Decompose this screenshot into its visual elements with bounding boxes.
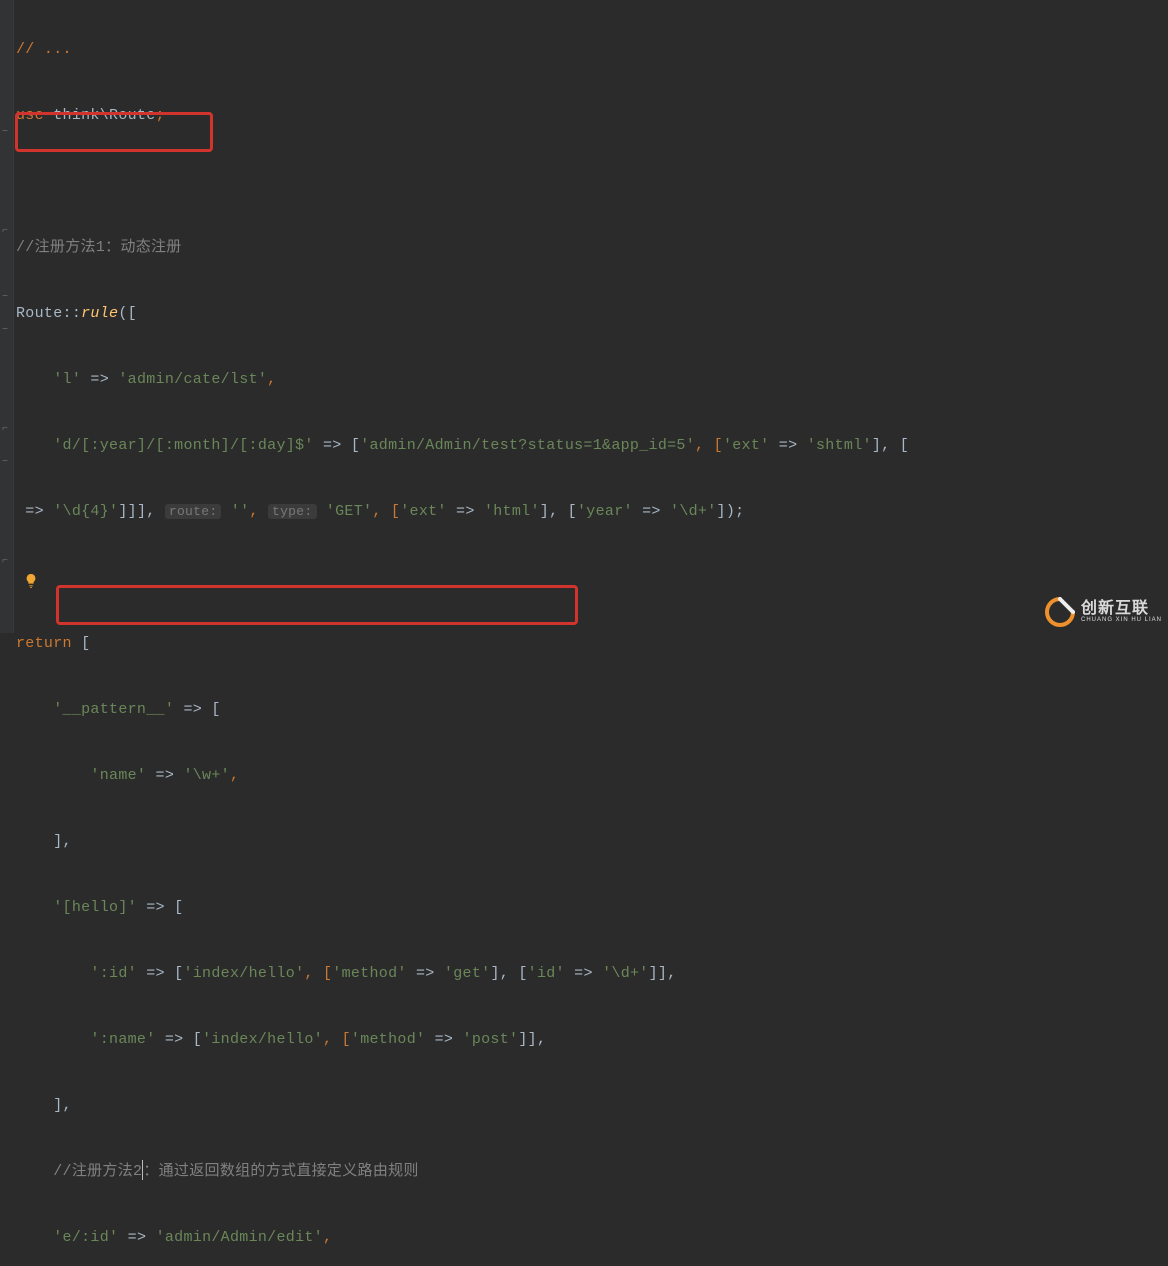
parameter-hint: route: (165, 504, 222, 519)
code-line: // ... (16, 33, 1168, 66)
fold-icon[interactable]: ⌐ (2, 425, 12, 435)
code-line: 'e/:id' => 'admin/Admin/edit', (16, 1221, 1168, 1254)
code-line: => '\d{4}']]], route: '', type: 'GET', [… (16, 495, 1168, 528)
watermark-icon (1045, 597, 1075, 627)
fold-icon[interactable]: − (2, 326, 12, 336)
fold-icon[interactable]: ⌐ (2, 227, 12, 237)
code-line: //注册方法1：动态注册 (16, 231, 1168, 264)
code-line: use think\Route; (16, 99, 1168, 132)
code-line: ':name' => ['index/hello', ['method' => … (16, 1023, 1168, 1056)
watermark-text-cn: 创新互联 (1081, 601, 1162, 617)
code-line: Route::rule([ (16, 297, 1168, 330)
fold-icon[interactable]: − (2, 293, 12, 303)
editor-gutter (0, 0, 14, 633)
fold-icon[interactable]: ⌐ (2, 557, 12, 567)
watermark-logo: 创新互联 CHUANG XIN HU LIAN (1045, 597, 1162, 627)
code-line: 'l' => 'admin/cate/lst', (16, 363, 1168, 396)
code-line: '__pattern__' => [ (16, 693, 1168, 726)
code-line: 'd/[:year]/[:month]/[:day]$' => ['admin/… (16, 429, 1168, 462)
code-line (16, 561, 1168, 594)
fold-icon[interactable]: − (2, 458, 12, 468)
code-editor[interactable]: // ... use think\Route; //注册方法1：动态注册 Rou… (16, 0, 1168, 1266)
code-line: ], (16, 825, 1168, 858)
text-cursor (142, 1160, 143, 1180)
code-line (16, 165, 1168, 198)
parameter-hint: type: (268, 504, 317, 519)
code-line: '[hello]' => [ (16, 891, 1168, 924)
code-line: 'name' => '\w+', (16, 759, 1168, 792)
code-line: ], (16, 1089, 1168, 1122)
fold-icon[interactable]: − (2, 128, 12, 138)
intention-bulb-icon[interactable] (24, 569, 38, 583)
code-line: return [ (16, 627, 1168, 660)
watermark-text-en: CHUANG XIN HU LIAN (1081, 617, 1162, 623)
code-line: //注册方法2：通过返回数组的方式直接定义路由规则 (16, 1155, 1168, 1188)
code-line: ':id' => ['index/hello', ['method' => 'g… (16, 957, 1168, 990)
